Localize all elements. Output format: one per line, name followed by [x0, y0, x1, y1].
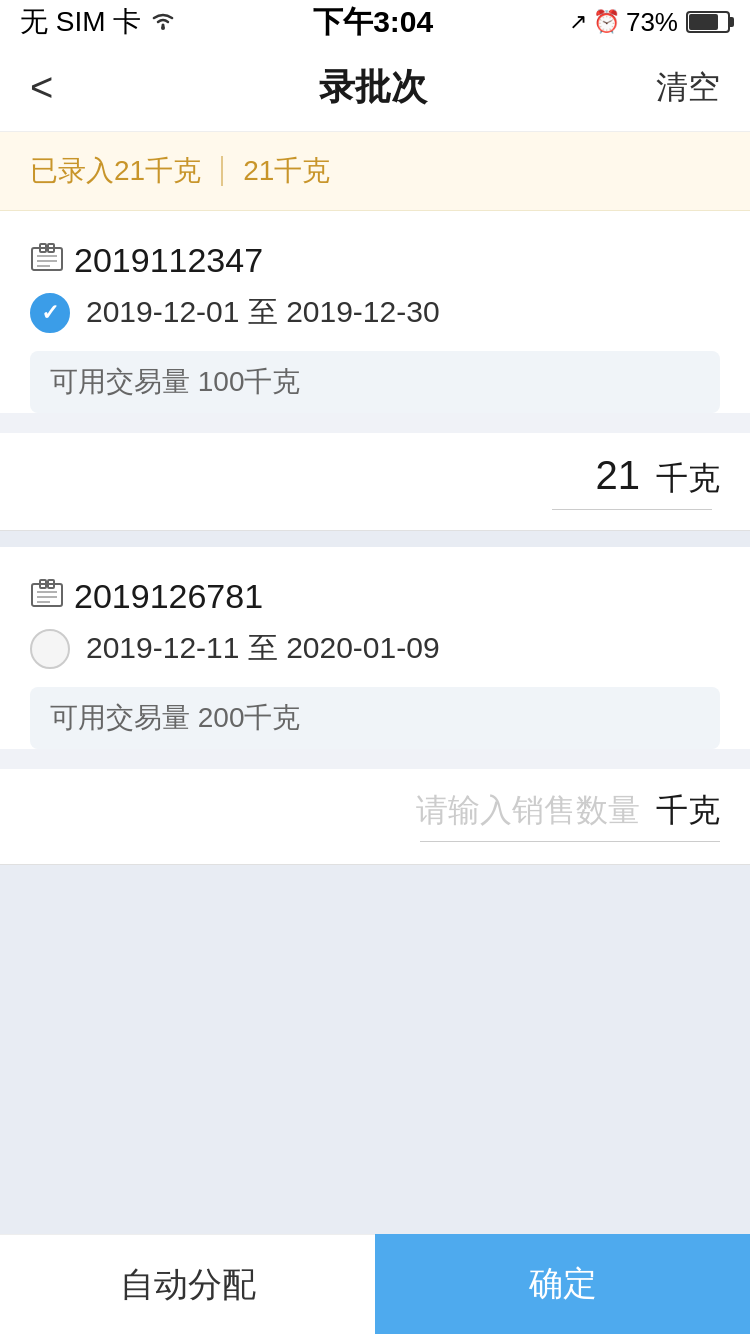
batch1-available: 可用交易量 100千克	[30, 351, 720, 413]
status-time: 下午3:04	[313, 2, 433, 43]
wifi-icon	[149, 6, 177, 38]
page-title: 录批次	[319, 63, 427, 112]
alarm-icon: ⏰	[593, 9, 620, 35]
batch1-radio[interactable]	[30, 293, 70, 333]
batch2-input-row[interactable]: 请输入销售数量 千克	[0, 769, 750, 865]
clear-button[interactable]: 清空	[656, 66, 720, 110]
status-bar: 无 SIM 卡 下午3:04 ↗ ⏰ 73%	[0, 0, 750, 44]
summary-divider	[221, 156, 223, 186]
batch2-underline	[420, 841, 720, 842]
batch1-underline	[552, 509, 712, 510]
batch2-input-placeholder: 请输入销售数量	[416, 789, 640, 833]
batch-card-1: 2019112347 2019-12-01 至 2019-12-30 可用交易量…	[0, 211, 750, 413]
batch1-amount-row: 21 千克	[0, 433, 750, 531]
battery-percent: 73%	[626, 7, 678, 38]
status-right: ↗ ⏰ 73%	[569, 7, 730, 38]
status-left: 无 SIM 卡	[20, 3, 177, 41]
confirm-button[interactable]: 确定	[375, 1234, 750, 1334]
batch1-header: 2019112347	[30, 241, 720, 280]
batch2-icon	[30, 578, 64, 616]
back-button[interactable]: <	[30, 65, 90, 110]
batch1-amount-unit: 千克	[656, 457, 720, 501]
batch2-id: 2019126781	[74, 577, 263, 616]
auto-distribute-button[interactable]: 自动分配	[0, 1234, 375, 1334]
batch1-icon	[30, 242, 64, 280]
gray-area	[0, 865, 750, 1265]
batch2-radio[interactable]	[30, 629, 70, 669]
batch2-input-unit: 千克	[656, 789, 720, 833]
summary-bar: 已录入21千克 21千克	[0, 132, 750, 211]
bottom-bar: 自动分配 确定	[0, 1234, 750, 1334]
batch1-amount-value: 21	[596, 453, 641, 498]
batch1-date-row[interactable]: 2019-12-01 至 2019-12-30	[30, 292, 720, 333]
batch2-header: 2019126781	[30, 577, 720, 616]
nav-bar: < 录批次 清空	[0, 44, 750, 132]
batch2-date: 2019-12-11 至 2020-01-09	[86, 628, 440, 669]
batch2-available: 可用交易量 200千克	[30, 687, 720, 749]
svg-point-0	[161, 26, 165, 30]
recorded-amount: 已录入21千克	[30, 152, 201, 190]
batch2-date-row[interactable]: 2019-12-11 至 2020-01-09	[30, 628, 720, 669]
battery-icon	[686, 11, 730, 33]
total-amount: 21千克	[243, 152, 330, 190]
section-divider-1	[0, 531, 750, 547]
location-icon: ↗	[569, 9, 587, 35]
batch-card-2: 2019126781 2019-12-11 至 2020-01-09 可用交易量…	[0, 547, 750, 749]
batch1-id: 2019112347	[74, 241, 263, 280]
sim-text: 无 SIM 卡	[20, 3, 141, 41]
batch1-date: 2019-12-01 至 2019-12-30	[86, 292, 440, 333]
